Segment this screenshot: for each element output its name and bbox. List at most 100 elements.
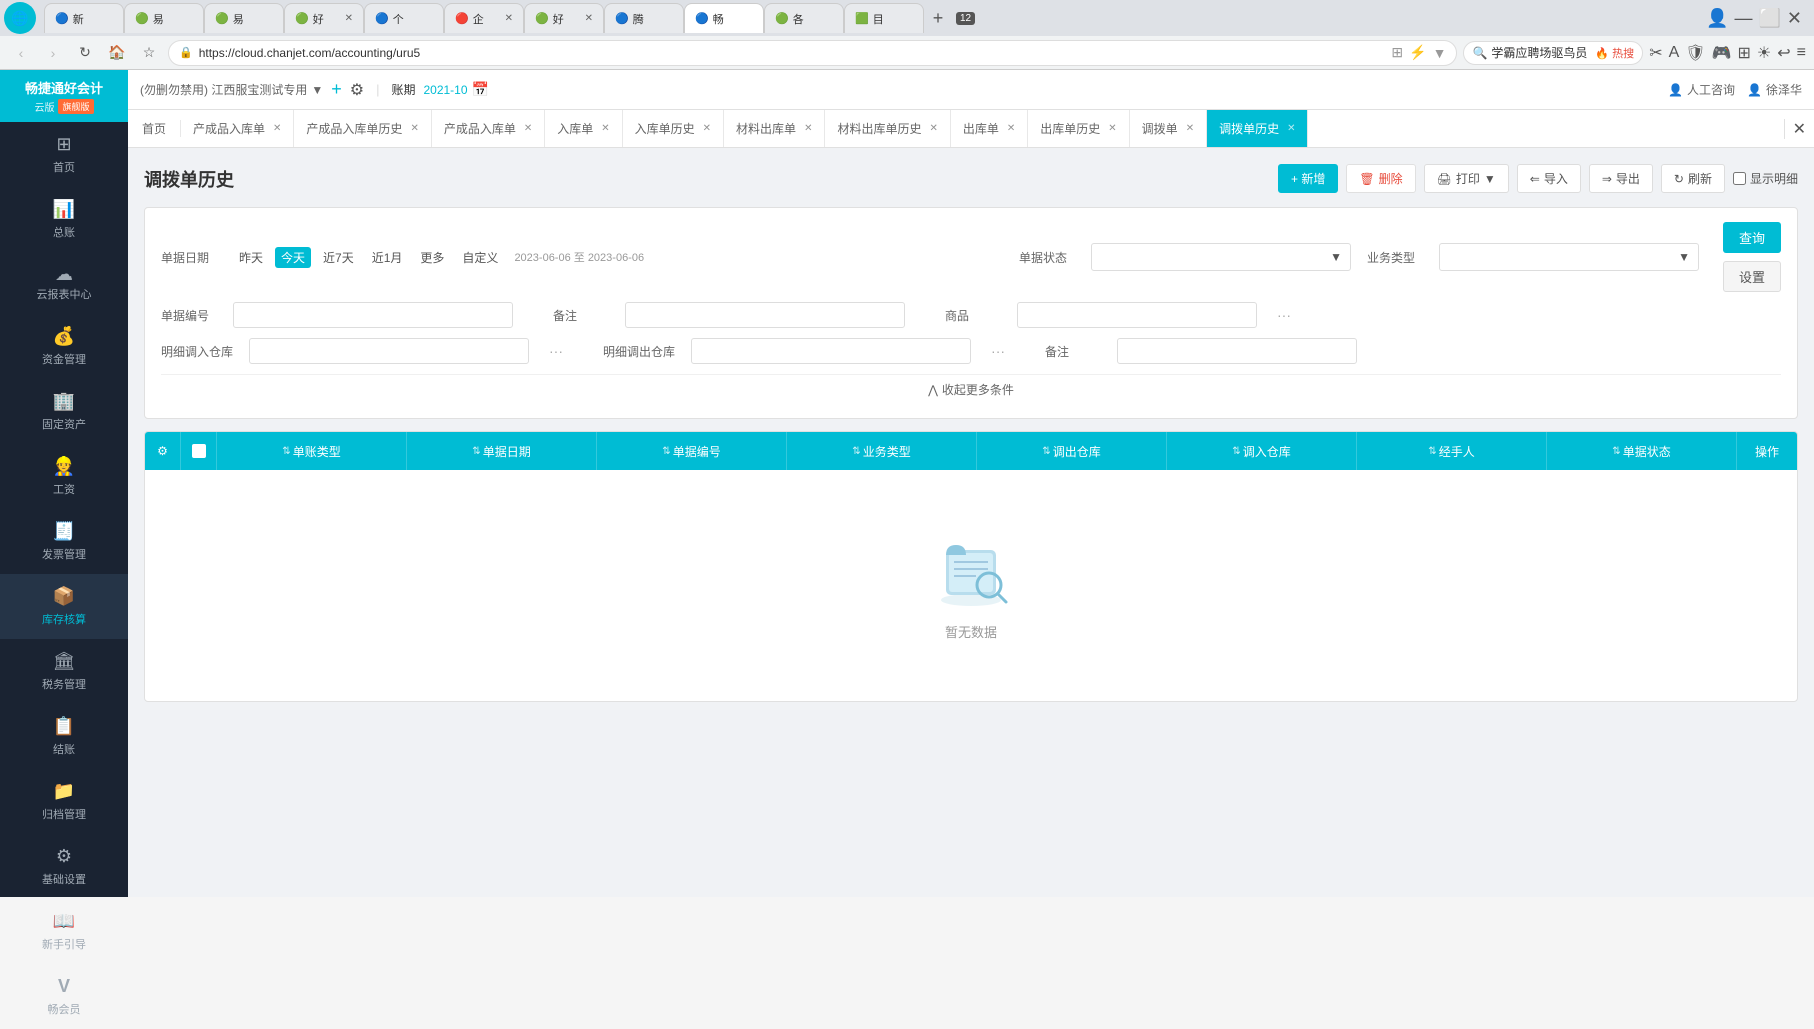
from-warehouse-picker-btn[interactable]: ··· bbox=[549, 343, 563, 359]
status-select[interactable]: ▼ bbox=[1091, 243, 1351, 271]
browser-tab-1[interactable]: 🔵新 bbox=[44, 3, 124, 33]
date-yesterday[interactable]: 昨天 bbox=[233, 247, 269, 268]
browser-tab-10[interactable]: 🟩目 bbox=[844, 3, 924, 33]
maximize-btn[interactable]: ⬜ bbox=[1758, 8, 1780, 29]
sidebar-item-invoice[interactable]: 🧾 发票管理 bbox=[0, 509, 128, 574]
grid-icon[interactable]: ⊞ bbox=[1738, 43, 1751, 63]
profile-icon[interactable]: 👤 bbox=[1706, 8, 1728, 29]
tab-close-all-btn[interactable]: ✕ bbox=[1784, 119, 1814, 139]
date-7days[interactable]: 近7天 bbox=[317, 247, 360, 268]
browser-tab-9[interactable]: 🟢各 bbox=[764, 3, 844, 33]
sidebar-item-ledger[interactable]: 📊 总账 bbox=[0, 187, 128, 252]
refresh-btn[interactable]: ↻ 刷新 bbox=[1661, 164, 1725, 193]
browser-tab-8[interactable]: 🔵腾 bbox=[604, 3, 684, 33]
company-selector[interactable]: (勿删勿禁用) 江西服宝测试专用 ▼ bbox=[140, 81, 323, 98]
tab-close-material-out[interactable]: ✕ bbox=[804, 123, 812, 134]
collapse-btn[interactable]: ⋀ 收起更多条件 bbox=[161, 374, 1781, 404]
th-doc-type[interactable]: ⇅ 单账类型 bbox=[217, 432, 407, 470]
browser-tab-3[interactable]: 🟢易 bbox=[204, 3, 284, 33]
browser-tab-7[interactable]: 🟢好 ✕ bbox=[524, 3, 604, 33]
tab-in[interactable]: 入库单 ✕ bbox=[545, 110, 622, 148]
browser-tab-2[interactable]: 🟢易 bbox=[124, 3, 204, 33]
bookmark-btn[interactable]: ☆ bbox=[136, 40, 162, 66]
date-more[interactable]: 更多 bbox=[414, 247, 450, 268]
note2-input[interactable] bbox=[1117, 338, 1357, 364]
filter-settings-btn[interactable]: 设置 bbox=[1723, 261, 1781, 292]
browser-search-bar[interactable]: 🔍 学霸应聘场驱鸟员 🔥 热搜 bbox=[1463, 41, 1643, 65]
tab-out-history[interactable]: 出库单历史 ✕ bbox=[1028, 110, 1129, 148]
date-custom[interactable]: 自定义 bbox=[456, 247, 504, 268]
sidebar-item-finance[interactable]: 💰 资金管理 bbox=[0, 314, 128, 379]
tab-close-transfer-history[interactable]: ✕ bbox=[1287, 123, 1295, 134]
th-checkbox[interactable] bbox=[181, 432, 217, 470]
display-toggle[interactable]: 显示明细 bbox=[1733, 170, 1798, 187]
goods-picker-btn[interactable]: ··· bbox=[1277, 307, 1291, 323]
back-btn[interactable]: ‹ bbox=[8, 40, 34, 66]
sidebar-item-member[interactable]: V 畅会员 bbox=[0, 964, 128, 1029]
add-company-btn[interactable]: + bbox=[331, 79, 342, 100]
tab-product-in[interactable]: 产成品入库单 ✕ bbox=[181, 110, 294, 148]
th-handler[interactable]: ⇅ 经手人 bbox=[1357, 432, 1547, 470]
print-btn[interactable]: 🖨 打印 ▼ bbox=[1424, 164, 1509, 193]
lightning-icon[interactable]: ⚡ bbox=[1409, 44, 1426, 61]
menu-icon[interactable]: ≡ bbox=[1797, 44, 1806, 62]
date-1month[interactable]: 近1月 bbox=[366, 247, 409, 268]
th-settings[interactable]: ⚙ bbox=[145, 432, 181, 470]
sidebar-item-settings[interactable]: ⚙ 基础设置 bbox=[0, 834, 128, 899]
th-from-warehouse[interactable]: ⇅ 调出仓库 bbox=[977, 432, 1167, 470]
undo-icon[interactable]: ↩ bbox=[1777, 43, 1790, 63]
tab-home[interactable]: 首页 bbox=[128, 120, 181, 137]
dropdown-icon[interactable]: ▼ bbox=[1433, 45, 1447, 61]
service-btn[interactable]: 👤 人工咨询 bbox=[1668, 81, 1735, 98]
browser-tab-active[interactable]: 🔵畅 bbox=[684, 3, 764, 33]
tab-product-in-history[interactable]: 产成品入库单历史 ✕ bbox=[294, 110, 431, 148]
forward-btn[interactable]: › bbox=[40, 40, 66, 66]
sidebar-item-guide[interactable]: 📖 新手引导 bbox=[0, 899, 128, 964]
sidebar-item-archive[interactable]: 📁 归档管理 bbox=[0, 769, 128, 834]
note-input[interactable] bbox=[625, 302, 905, 328]
period-selector[interactable]: 账期 2021-10 📅 bbox=[391, 81, 489, 98]
tab-product-in2[interactable]: 产成品入库单 ✕ bbox=[432, 110, 545, 148]
tab-material-out-history[interactable]: 材料出库单历史 ✕ bbox=[825, 110, 950, 148]
to-warehouse-input[interactable] bbox=[691, 338, 971, 364]
new-btn[interactable]: + 新增 bbox=[1278, 164, 1338, 193]
date-today[interactable]: 今天 bbox=[275, 247, 311, 268]
tab-close-product-in2[interactable]: ✕ bbox=[524, 123, 532, 134]
tab-out[interactable]: 出库单 ✕ bbox=[951, 110, 1028, 148]
browser-tab-6[interactable]: 🔴企 ✕ bbox=[444, 3, 524, 33]
tab-close-product-in[interactable]: ✕ bbox=[273, 123, 281, 134]
user-menu[interactable]: 👤 徐泽华 bbox=[1747, 81, 1802, 98]
sidebar-item-payroll[interactable]: 👷 工资 bbox=[0, 444, 128, 509]
delete-btn[interactable]: 🗑 删除 bbox=[1346, 164, 1415, 193]
sidebar-item-assets[interactable]: 🏢 固定资产 bbox=[0, 379, 128, 444]
shield-icon[interactable]: 🛡 bbox=[1685, 43, 1705, 63]
qr-icon[interactable]: ⊞ bbox=[1391, 44, 1403, 61]
tab-transfer[interactable]: 调拨单 ✕ bbox=[1130, 110, 1207, 148]
sidebar-item-close[interactable]: 📋 结账 bbox=[0, 704, 128, 769]
tab-close-out-history[interactable]: ✕ bbox=[1108, 123, 1116, 134]
sidebar-item-reports[interactable]: ☁ 云报表中心 bbox=[0, 252, 128, 314]
th-doc-num[interactable]: ⇅ 单据编号 bbox=[597, 432, 787, 470]
display-checkbox[interactable] bbox=[1733, 172, 1746, 185]
scissors-icon[interactable]: ✂ bbox=[1649, 43, 1662, 63]
game-icon[interactable]: 🎮 bbox=[1712, 43, 1732, 63]
tab-material-out[interactable]: 材料出库单 ✕ bbox=[724, 110, 825, 148]
address-bar[interactable]: 🔒 https://cloud.chanjet.com/accounting/u… bbox=[168, 40, 1457, 66]
sidebar-item-tax[interactable]: 🏛 税务管理 bbox=[0, 639, 128, 704]
tab-close-product-in-history[interactable]: ✕ bbox=[410, 123, 418, 134]
minimize-btn[interactable]: — bbox=[1734, 8, 1752, 29]
sidebar-item-inventory[interactable]: 📦 库存核算 bbox=[0, 574, 128, 639]
tab-transfer-history[interactable]: 调拨单历史 ✕ bbox=[1207, 110, 1308, 148]
to-warehouse-picker-btn[interactable]: ··· bbox=[991, 343, 1005, 359]
export-btn[interactable]: ⇒ 导出 bbox=[1589, 164, 1653, 193]
tab-close-out[interactable]: ✕ bbox=[1007, 123, 1015, 134]
docnum-input[interactable] bbox=[233, 302, 513, 328]
tab-close-in[interactable]: ✕ bbox=[601, 123, 609, 134]
goods-input[interactable] bbox=[1017, 302, 1257, 328]
new-tab-button[interactable]: + bbox=[924, 4, 952, 32]
biztype-select[interactable]: ▼ bbox=[1439, 243, 1699, 271]
sidebar-item-home[interactable]: ⊞ 首页 bbox=[0, 122, 128, 187]
query-btn[interactable]: 查询 bbox=[1723, 222, 1781, 253]
tab-in-history[interactable]: 入库单历史 ✕ bbox=[623, 110, 724, 148]
refresh-browser-btn[interactable]: ↻ bbox=[72, 40, 98, 66]
